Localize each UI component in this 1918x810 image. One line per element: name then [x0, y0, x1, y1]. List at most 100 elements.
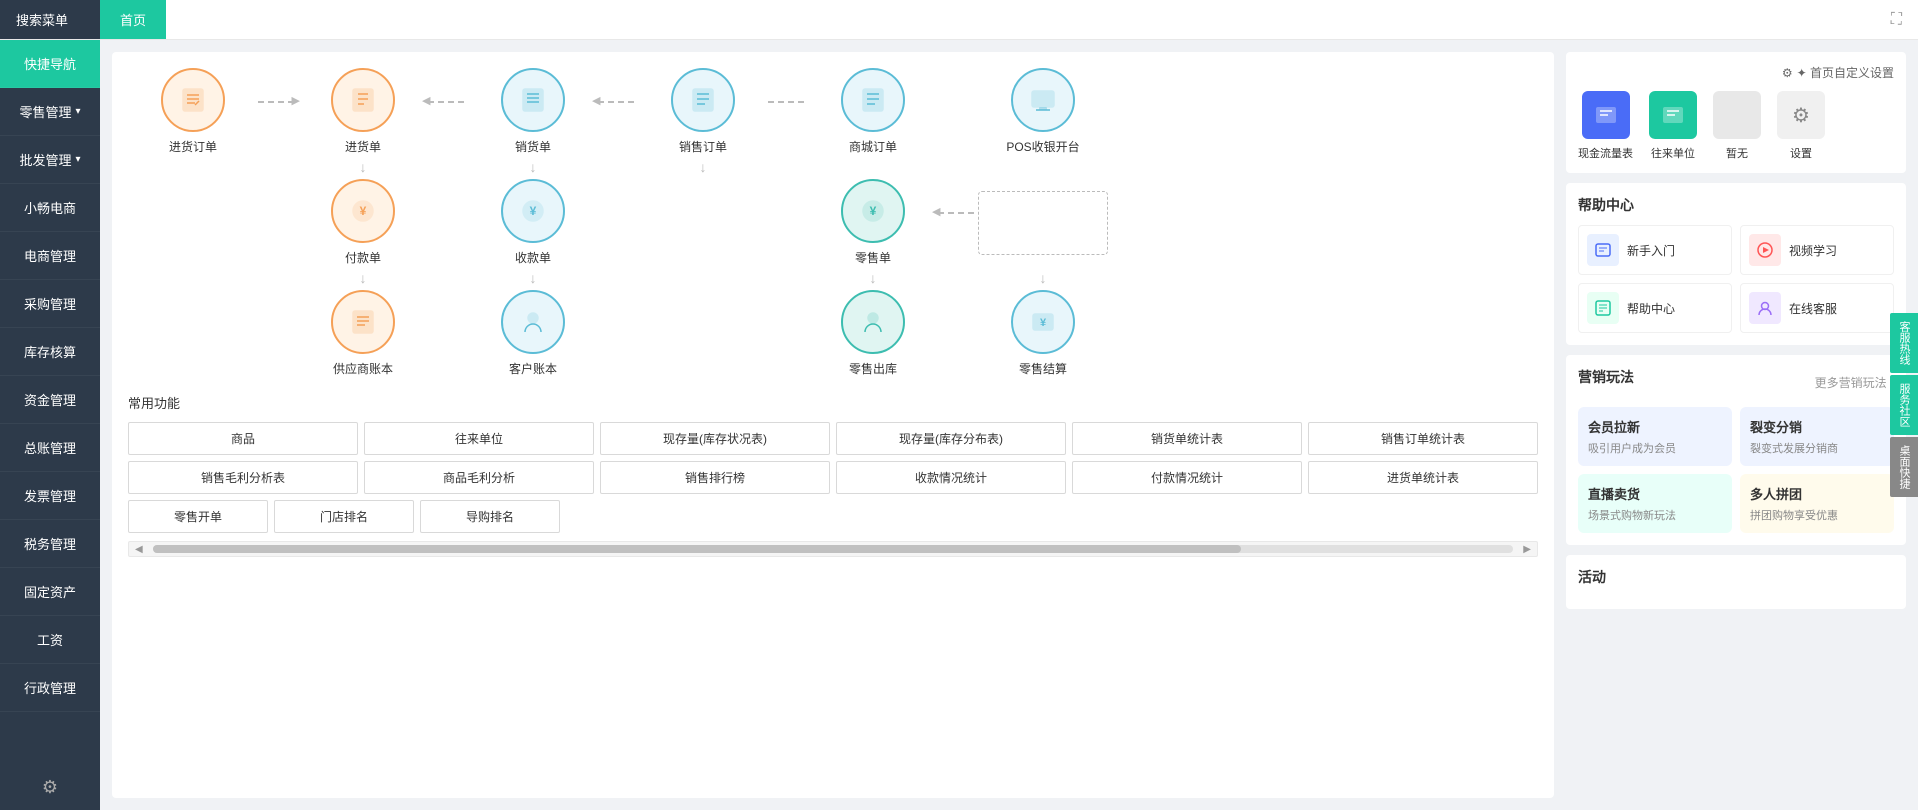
- sidebar-item-retail[interactable]: 零售管理▾: [0, 88, 100, 136]
- payment-label: 付款单: [345, 249, 381, 266]
- float-btn-community[interactable]: 服务社区: [1890, 375, 1918, 435]
- marketing-item-group[interactable]: 多人拼团 拼团购物享受优惠: [1740, 474, 1894, 533]
- svg-text:¥: ¥: [870, 204, 877, 218]
- sidebar-item-admin[interactable]: 行政管理: [0, 664, 100, 712]
- group-desc: 拼团购物享受优惠: [1750, 507, 1884, 523]
- func-btn-sales-stat[interactable]: 销货单统计表: [1072, 422, 1302, 455]
- marketing-header: 营销玩法 更多营销玩法 ›: [1578, 367, 1894, 397]
- units-icon-box: [1649, 91, 1697, 139]
- qa-item-cashflow[interactable]: 现金流量表: [1578, 91, 1633, 161]
- flow-node-pos[interactable]: POS收银开台: [978, 68, 1108, 155]
- arrow-down-sales: ↓: [468, 159, 598, 175]
- scroll-right-arrow[interactable]: ▶: [1517, 544, 1537, 555]
- more-marketing-link[interactable]: 更多营销玩法 ›: [1815, 374, 1894, 391]
- func-btn-sales-rank[interactable]: 销售排行榜: [600, 461, 830, 494]
- customize-label: ✦ 首页自定义设置: [1797, 64, 1894, 81]
- qa-item-units[interactable]: 往来单位: [1649, 91, 1697, 161]
- qa-item-settings[interactable]: ⚙ 设置: [1777, 91, 1825, 161]
- marketing-item-fission[interactable]: 裂变分销 裂变式发展分销商: [1740, 407, 1894, 466]
- float-btn-service[interactable]: 客服热线: [1890, 313, 1918, 373]
- retail-out-label: 零售出库: [849, 360, 897, 377]
- qa-icons: 现金流量表 往来单位 暂无 ⚙: [1578, 91, 1894, 161]
- left-panel: 进货订单 ▶ 进货单: [112, 52, 1554, 798]
- func-btn-receipt-stat[interactable]: 收款情况统计: [836, 461, 1066, 494]
- qa-item-none[interactable]: 暂无: [1713, 91, 1761, 161]
- live-desc: 场景式购物新玩法: [1588, 507, 1722, 523]
- func-btn-retail-open[interactable]: 零售开单: [128, 500, 268, 533]
- flow-node-sales[interactable]: 销货单: [468, 68, 598, 155]
- quick-access-panel: ⚙ ✦ 首页自定义设置 现金流量表 往来: [1566, 52, 1906, 173]
- member-desc: 吸引用户成为会员: [1588, 440, 1722, 456]
- flow-node-shop-order[interactable]: 商城订单: [808, 68, 938, 155]
- payment-icon: ¥: [331, 179, 395, 243]
- quick-access-header: ⚙ ✦ 首页自定义设置: [1578, 64, 1894, 81]
- video-icon: [1749, 234, 1781, 266]
- flow-node-sales-order[interactable]: 销售订单: [638, 68, 768, 155]
- flow-node-retail-bill[interactable]: ¥ 零售单: [808, 179, 938, 266]
- func-btn-store-rank[interactable]: 门店排名: [274, 500, 414, 533]
- sidebar-item-inventory[interactable]: 库存核算: [0, 328, 100, 376]
- qa-settings-label: 设置: [1790, 145, 1812, 161]
- settings-icon[interactable]: ⚙: [42, 777, 58, 798]
- marketing-item-live[interactable]: 直播卖货 场景式购物新玩法: [1578, 474, 1732, 533]
- video-label: 视频学习: [1789, 242, 1837, 259]
- sidebar-item-ledger[interactable]: 总账管理: [0, 424, 100, 472]
- scroll-left-arrow[interactable]: ◀: [129, 544, 149, 555]
- func-btn-purchase-stat[interactable]: 进货单统计表: [1308, 461, 1538, 494]
- flow-node-supplier-book[interactable]: 供应商账本: [298, 290, 428, 377]
- receipt-label: 收款单: [515, 249, 551, 266]
- func-row3: 零售开单 门店排名 导购排名: [128, 500, 1538, 533]
- flow-node-purchase[interactable]: 进货单: [298, 68, 428, 155]
- func-btn-goods-profit[interactable]: 商品毛利分析: [364, 461, 594, 494]
- sales-label: 销货单: [515, 138, 551, 155]
- tab-home[interactable]: 首页: [100, 0, 166, 39]
- func-btn-profit-analysis[interactable]: 销售毛利分析表: [128, 461, 358, 494]
- func-btn-goods[interactable]: 商品: [128, 422, 358, 455]
- func-row1: 商品 往来单位 现存量(库存状况表) 现存量(库存分布表) 销货单统计表 销售订…: [128, 422, 1538, 455]
- sidebar-item-invoice[interactable]: 发票管理: [0, 472, 100, 520]
- marketing-item-member[interactable]: 会员拉新 吸引用户成为会员: [1578, 407, 1732, 466]
- help-grid: 新手入门 视频学习 帮助中心: [1578, 225, 1894, 333]
- flow-node-receipt[interactable]: ¥ 收款单: [468, 179, 598, 266]
- func-btn-stock2[interactable]: 现存量(库存分布表): [836, 422, 1066, 455]
- flow-node-purchase-order[interactable]: 进货订单: [128, 68, 258, 155]
- arrow-left-2: ◀: [598, 101, 638, 103]
- customize-link[interactable]: ⚙ ✦ 首页自定义设置: [1782, 64, 1894, 81]
- sidebar-item-quicknav[interactable]: 快捷导航: [0, 40, 100, 88]
- float-btn-desktop[interactable]: 桌面快捷: [1890, 437, 1918, 497]
- func-btn-units[interactable]: 往来单位: [364, 422, 594, 455]
- flow-node-customer-book[interactable]: 客户账本: [468, 290, 598, 377]
- flow-node-payment[interactable]: ¥ 付款单: [298, 179, 428, 266]
- sidebar-item-ecommerce[interactable]: 小畅电商: [0, 184, 100, 232]
- sidebar-item-wholesale[interactable]: 批发管理▾: [0, 136, 100, 184]
- sidebar-item-purchase[interactable]: 采购管理: [0, 280, 100, 328]
- fullscreen-button[interactable]: ⛶: [1891, 11, 1902, 29]
- flow-node-retail-settle[interactable]: ¥ 零售结算: [978, 290, 1108, 377]
- arrow-from-pos: ◀: [938, 212, 978, 214]
- scrollbar[interactable]: ◀ ▶: [128, 541, 1538, 557]
- purchase-label: 进货单: [345, 138, 381, 155]
- sidebar-item-assets[interactable]: 固定资产: [0, 568, 100, 616]
- common-func-title: 常用功能: [128, 393, 1538, 412]
- arrow-down-purchase: ↓: [298, 159, 428, 175]
- help-item-beginner[interactable]: 新手入门: [1578, 225, 1732, 275]
- sidebar-item-payroll[interactable]: 工资: [0, 616, 100, 664]
- supplier-book-icon: [331, 290, 395, 354]
- help-item-service[interactable]: 在线客服: [1740, 283, 1894, 333]
- gear-icon-qa: ⚙: [1792, 103, 1810, 128]
- func-btn-guide-rank[interactable]: 导购排名: [420, 500, 560, 533]
- func-btn-stock1[interactable]: 现存量(库存状况表): [600, 422, 830, 455]
- sidebar-item-finance[interactable]: 资金管理: [0, 376, 100, 424]
- sales-order-icon: [671, 68, 735, 132]
- func-btn-payment-stat[interactable]: 付款情况统计: [1072, 461, 1302, 494]
- func-row2: 销售毛利分析表 商品毛利分析 销售排行榜 收款情况统计 付款情况统计 进货单统计…: [128, 461, 1538, 494]
- float-buttons: 客服热线 服务社区 桌面快捷: [1890, 313, 1918, 497]
- sidebar-item-tax[interactable]: 税务管理: [0, 520, 100, 568]
- sidebar-item-ecommercemanage[interactable]: 电商管理: [0, 232, 100, 280]
- helpcenter-icon: [1587, 292, 1619, 324]
- help-item-video[interactable]: 视频学习: [1740, 225, 1894, 275]
- search-menu-button[interactable]: 搜索菜单: [0, 0, 100, 39]
- help-item-helpcenter[interactable]: 帮助中心: [1578, 283, 1732, 333]
- flow-node-retail-out[interactable]: 零售出库: [808, 290, 938, 377]
- func-btn-sales-order-stat[interactable]: 销售订单统计表: [1308, 422, 1538, 455]
